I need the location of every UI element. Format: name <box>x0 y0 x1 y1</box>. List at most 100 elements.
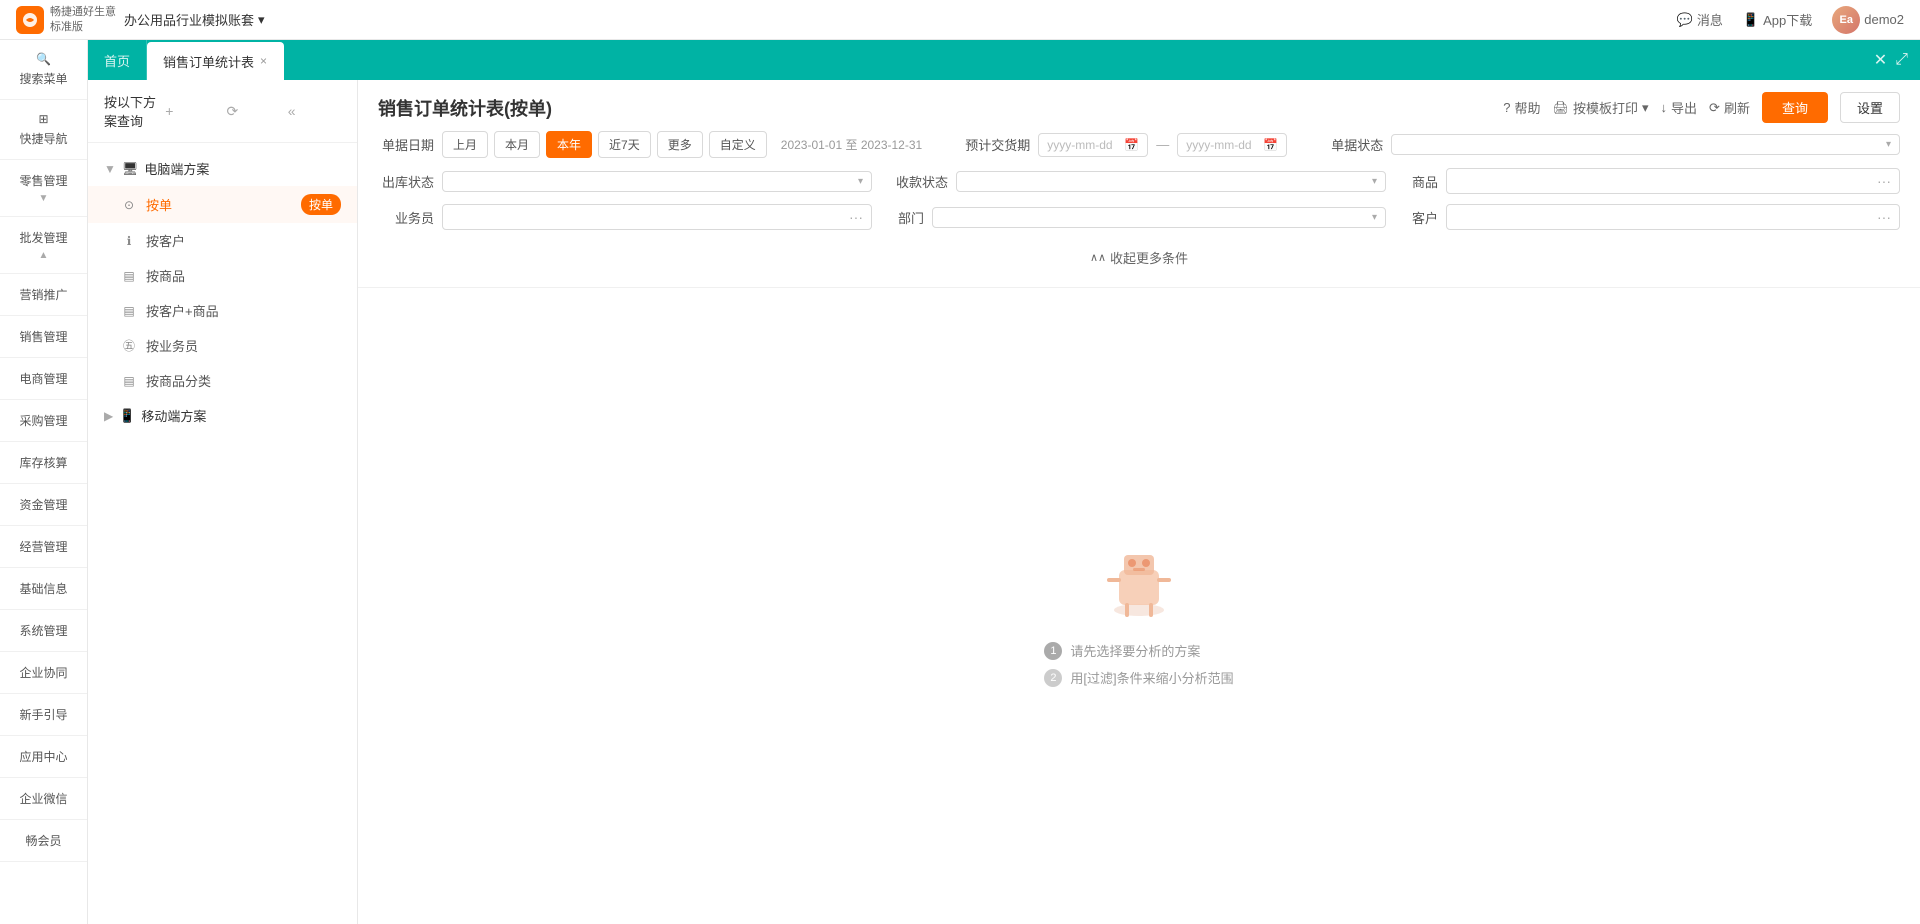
expected-delivery-label: 预计交货期 <box>962 135 1030 154</box>
step-1-badge: 1 <box>1044 642 1062 660</box>
sidebar-item-sales-mgmt[interactable]: 销售管理 <box>0 316 87 358</box>
sidebar-item-operations-mgmt[interactable]: 经营管理 <box>0 526 87 568</box>
sidebar-item-enterprise-collab[interactable]: 企业协同 <box>0 652 87 694</box>
tab-sales-order-stats-label: 销售订单统计表 <box>163 52 254 71</box>
main-layout: 🔍 搜索菜单 ⊞ 快捷导航 零售管理 ▼ 批发管理 ▲ 营销推广 销售管理 电商… <box>0 40 1920 924</box>
empty-text-1: 请先选择要分析的方案 <box>1070 641 1200 660</box>
content-wrapper: 首页 销售订单统计表 × ✕ ⤢ 按以下方案查询 + ⟳ « <box>88 40 1920 924</box>
page-actions: ? 帮助 🖨 按模板打印 ▾ ↓ 导出 ⟳ <box>1503 92 1900 123</box>
date-btn-this-month[interactable]: 本月 <box>494 131 540 158</box>
collapse-panel-btn[interactable]: « <box>288 103 341 119</box>
department-group: 部门 ▾ <box>892 207 1386 228</box>
sidebar-item-label: 畅会员 <box>25 832 61 849</box>
date-btn-custom[interactable]: 自定义 <box>709 131 767 158</box>
sidebar-item-search-menu[interactable]: 🔍 搜索菜单 <box>0 40 87 100</box>
scheme-item-by-customer[interactable]: ℹ 按客户 <box>88 223 357 258</box>
sidebar-item-wholesale-mgmt[interactable]: 批发管理 ▲ <box>0 217 87 274</box>
date-btn-more[interactable]: 更多 <box>657 131 703 158</box>
scheme-item-by-salesperson[interactable]: ㊄ 按业务员 <box>88 328 357 363</box>
date-filter-label: 单据日期 <box>378 135 434 154</box>
sidebar-item-label: 电商管理 <box>19 370 67 387</box>
query-btn[interactable]: 查询 <box>1762 92 1828 123</box>
sidebar-item-enterprise-wechat[interactable]: 企业微信 <box>0 778 87 820</box>
sidebar-item-ecom-mgmt[interactable]: 电商管理 <box>0 358 87 400</box>
chevron-down-icon: ▼ <box>104 162 116 176</box>
scheme-item-by-order[interactable]: ⊙ 按单 按单 <box>88 186 357 223</box>
order-status-label: 单据状态 <box>1327 135 1383 154</box>
chevron-down-icon: ▾ <box>258 12 265 28</box>
sidebar-item-app-center[interactable]: 应用中心 <box>0 736 87 778</box>
department-select[interactable]: ▾ <box>932 207 1386 228</box>
sidebar-item-system-mgmt[interactable]: 系统管理 <box>0 610 87 652</box>
refresh-scheme-btn[interactable]: ⟳ <box>227 103 280 120</box>
sidebar-item-finance-mgmt[interactable]: 资金管理 <box>0 484 87 526</box>
sidebar-item-member[interactable]: 畅会员 <box>0 820 87 862</box>
tab-close-all-btn[interactable]: ✕ <box>1874 50 1887 70</box>
expected-delivery-start[interactable]: yyyy-mm-dd 📅 <box>1038 133 1148 157</box>
mobile-icon: 📱 <box>119 408 135 424</box>
expected-delivery-end[interactable]: yyyy-mm-dd 📅 <box>1177 133 1287 157</box>
tab-sales-order-stats[interactable]: 销售订单统计表 × <box>147 42 284 80</box>
tab-home[interactable]: 首页 <box>88 40 147 80</box>
right-panel: 销售订单统计表(按单) ? 帮助 🖨 按模板打印 ▾ ↓ <box>358 80 1920 924</box>
account-selector[interactable]: 办公用品行业模拟账套 ▾ <box>124 10 265 29</box>
app-download-btn[interactable]: 📱 App下载 <box>1743 10 1812 29</box>
help-btn[interactable]: ? 帮助 <box>1503 98 1540 117</box>
order-status-select[interactable]: ▾ <box>1391 134 1900 155</box>
settings-btn[interactable]: 设置 <box>1840 92 1900 123</box>
date-btn-last-month[interactable]: 上月 <box>442 131 488 158</box>
sidebar-item-inventory[interactable]: 库存核算 <box>0 442 87 484</box>
page-header: 销售订单统计表(按单) ? 帮助 🖨 按模板打印 ▾ ↓ <box>358 80 1920 131</box>
user-area[interactable]: Ea demo2 <box>1832 6 1904 34</box>
scheme-list: ▼ 🖥 电脑端方案 ⊙ 按单 按单 ℹ 按客户 <box>88 143 357 924</box>
scheme-item-by-product[interactable]: ▤ 按商品 <box>88 258 357 293</box>
salesperson-input[interactable]: ··· <box>442 204 872 230</box>
scheme-group-mobile-header[interactable]: ▶ 📱 移动端方案 <box>88 398 357 433</box>
sidebar-item-retail-mgmt[interactable]: 零售管理 ▼ <box>0 160 87 217</box>
goods-more-btn[interactable]: ··· <box>1877 173 1891 189</box>
goods-input[interactable]: ··· <box>1446 168 1900 194</box>
scheme-item-label: 按客户+商品 <box>146 301 219 320</box>
add-scheme-btn[interactable]: + <box>165 103 218 119</box>
sidebar-item-marketing[interactable]: 营销推广 <box>0 274 87 316</box>
payment-status-select[interactable]: ▾ <box>956 171 1386 192</box>
date-btn-last-7-days[interactable]: 近7天 <box>598 131 651 158</box>
chevron-down-icon: ▾ <box>1886 139 1891 150</box>
sidebar-item-quick-nav[interactable]: ⊞ 快捷导航 <box>0 100 87 160</box>
messages-btn[interactable]: 💬 消息 <box>1677 10 1723 29</box>
collapse-filters-btn[interactable]: ∧∧ 收起更多条件 <box>1082 240 1196 275</box>
scheme-group-pc-header[interactable]: ▼ 🖥 电脑端方案 <box>88 151 357 186</box>
refresh-btn[interactable]: ⟳ 刷新 <box>1709 98 1750 117</box>
tab-close-btn[interactable]: × <box>260 54 267 68</box>
chevron-right-icon: ▶ <box>104 409 113 423</box>
step-2-badge: 2 <box>1044 669 1062 687</box>
template-print-btn[interactable]: 🖨 按模板打印 ▾ <box>1552 98 1648 117</box>
collapse-icon: ∧∧ <box>1090 251 1106 264</box>
customer-input[interactable]: ··· <box>1446 204 1900 230</box>
sidebar-item-purchase-mgmt[interactable]: 采购管理 <box>0 400 87 442</box>
left-panel-title: 按以下方案查询 <box>104 92 157 130</box>
print-icon: 🖨 <box>1552 100 1569 116</box>
scheme-item-by-customer-product[interactable]: ▤ 按客户+商品 <box>88 293 357 328</box>
empty-area: 1 请先选择要分析的方案 2 用[过滤]条件来缩小分析范围 <box>358 288 1920 924</box>
sidebar-item-label: 系统管理 <box>19 622 67 639</box>
sidebar-item-basic-info[interactable]: 基础信息 <box>0 568 87 610</box>
date-separator: — <box>1156 137 1169 152</box>
customer-more-btn[interactable]: ··· <box>1877 209 1891 225</box>
messages-label: 消息 <box>1697 10 1723 29</box>
top-bar: 畅捷通好生意 标准版 办公用品行业模拟账套 ▾ 💬 消息 📱 App下载 Ea … <box>0 0 1920 40</box>
scheme-item-by-category[interactable]: ▤ 按商品分类 <box>88 363 357 398</box>
sidebar-item-new-guide[interactable]: 新手引导 <box>0 694 87 736</box>
sidebar-item-label: 经营管理 <box>19 538 67 555</box>
tab-maximize-btn[interactable]: ⤢ <box>1895 51 1908 69</box>
export-btn[interactable]: ↓ 导出 <box>1661 98 1698 117</box>
chevron-down-icon: ▾ <box>1372 176 1377 187</box>
top-bar-left: 畅捷通好生意 标准版 办公用品行业模拟账套 ▾ <box>16 5 265 34</box>
page-title: 销售订单统计表(按单) <box>378 95 552 121</box>
chevron-up-icon: ▲ <box>39 250 49 261</box>
salesperson-more-btn[interactable]: ··· <box>849 209 863 225</box>
delivery-status-select[interactable]: ▾ <box>442 171 872 192</box>
help-icon: ? <box>1503 100 1510 115</box>
sidebar-item-label: 快捷导航 <box>19 130 67 147</box>
date-btn-this-year[interactable]: 本年 <box>546 131 592 158</box>
